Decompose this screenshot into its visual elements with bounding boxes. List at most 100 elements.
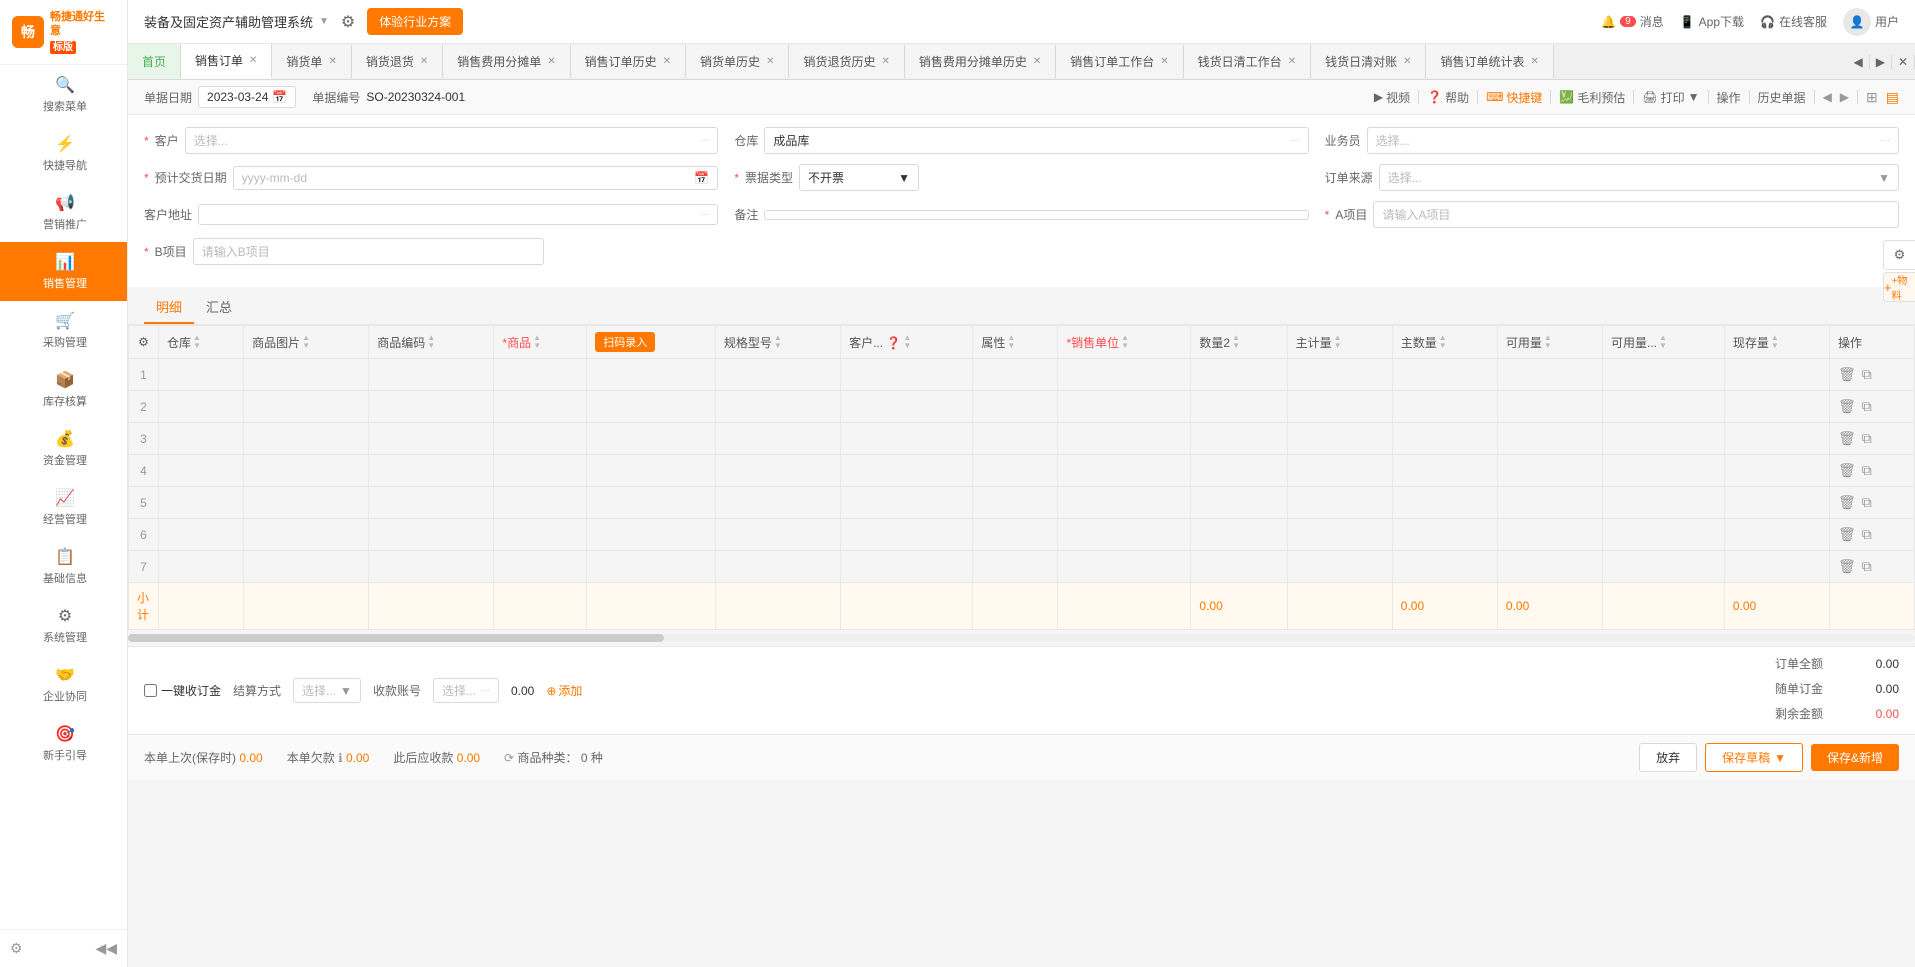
rfp-add-material-btn[interactable]: + +物料 xyxy=(1883,272,1915,302)
th-settings[interactable]: ⚙ xyxy=(129,326,159,359)
user-item[interactable]: 👤 用户 xyxy=(1843,8,1899,36)
copy-row-icon[interactable]: ⧉ xyxy=(1862,558,1872,575)
sidebar-item-search[interactable]: 🔍 搜索菜单 xyxy=(0,65,127,124)
copy-row-icon[interactable]: ⧉ xyxy=(1862,526,1872,543)
th-warehouse[interactable]: 仓库▲▼ xyxy=(159,326,244,359)
app-download-item[interactable]: 📱 App下载 xyxy=(1680,13,1744,30)
sidebar-item-inventory[interactable]: 📦 库存核算 xyxy=(0,360,127,419)
print-btn[interactable]: 🖨 打印 ▼ xyxy=(1642,89,1699,106)
view-btn[interactable]: ▶ 视频 xyxy=(1374,89,1410,106)
tab-close-icon[interactable]: ✕ xyxy=(249,55,257,66)
tab-return-history[interactable]: 销货退货历史 ✕ xyxy=(789,45,904,78)
order-source-input[interactable]: 选择... ▼ xyxy=(1379,164,1899,191)
shortcut-btn[interactable]: ⌨ 快捷键 xyxy=(1486,89,1542,106)
tab-next-btn[interactable]: ▶ xyxy=(1870,55,1892,69)
operation-btn[interactable]: 操作 xyxy=(1717,89,1741,106)
th-image[interactable]: 商品图片▲▼ xyxy=(244,326,369,359)
tab-close-icon[interactable]: ✕ xyxy=(1403,56,1411,67)
one-click-payment-checkbox[interactable]: 一键收订金 xyxy=(144,682,221,699)
one-click-checkbox[interactable] xyxy=(144,684,157,697)
header-settings-icon[interactable]: ⚙ xyxy=(341,12,355,32)
delivery-date-input[interactable]: yyyy-mm-dd 📅 xyxy=(233,166,719,190)
notification-item[interactable]: 🔔 9 消息 xyxy=(1601,13,1664,30)
history-btn[interactable]: 历史单据 xyxy=(1758,89,1806,106)
delete-row-icon[interactable]: 🗑 xyxy=(1838,366,1856,383)
th-main-unit[interactable]: 主计量▲▼ xyxy=(1287,326,1392,359)
save-draft-btn[interactable]: 保存草稿 ▼ xyxy=(1705,743,1803,772)
th-main-qty[interactable]: 主数量▲▼ xyxy=(1392,326,1497,359)
discard-btn[interactable]: 放弃 xyxy=(1639,743,1697,772)
copy-row-icon[interactable]: ⧉ xyxy=(1862,430,1872,447)
tab-close-icon[interactable]: ✕ xyxy=(547,56,555,67)
nav-next-icon[interactable]: ▶ xyxy=(1840,90,1849,104)
nav-prev-icon[interactable]: ◀ xyxy=(1823,90,1832,104)
tab-close-icon[interactable]: ✕ xyxy=(328,56,336,67)
th-customer-code[interactable]: 客户... ❓▲▼ xyxy=(841,326,973,359)
th-current[interactable]: 现存量▲▼ xyxy=(1724,326,1829,359)
delete-row-icon[interactable]: 🗑 xyxy=(1838,462,1856,479)
settings-footer-icon[interactable]: ⚙ xyxy=(10,940,23,957)
tab-home[interactable]: 首页 xyxy=(128,45,181,78)
tab-sales-order[interactable]: 销售订单 ✕ xyxy=(181,44,272,79)
collapse-icon[interactable]: ◀◀ xyxy=(95,940,117,957)
sidebar-item-enterprise[interactable]: 🤝 企业协同 xyxy=(0,655,127,714)
tab-expand-btn[interactable]: ✕ xyxy=(1892,55,1915,69)
profit-btn[interactable]: 💹 毛利预估 xyxy=(1559,89,1625,106)
tab-order-workbench[interactable]: 销售订单工作台 ✕ xyxy=(1056,45,1183,78)
sidebar-item-guide[interactable]: 🎯 新手引导 xyxy=(0,714,127,773)
tab-invoice-history[interactable]: 销货单历史 ✕ xyxy=(686,45,789,78)
salesperson-input[interactable]: 选择... ··· xyxy=(1367,127,1899,154)
th-qty2[interactable]: 数量2▲▼ xyxy=(1191,326,1287,359)
a-project-input[interactable]: 请输入A项目 xyxy=(1373,201,1899,228)
tab-close-icon[interactable]: ✕ xyxy=(881,56,889,67)
tab-close-icon[interactable]: ✕ xyxy=(1033,56,1041,67)
sidebar-item-basicinfo[interactable]: 📋 基础信息 xyxy=(0,537,127,596)
tab-sales-history[interactable]: 销售订单历史 ✕ xyxy=(571,45,686,78)
address-input[interactable]: ··· xyxy=(198,204,718,225)
tab-order-stats[interactable]: 销售订单统计表 ✕ xyxy=(1426,45,1553,78)
tab-daily-workbench[interactable]: 钱货日清工作台 ✕ xyxy=(1184,45,1311,78)
b-project-input[interactable]: 请输入B项目 xyxy=(193,238,544,265)
th-scan[interactable]: 扫码录入 xyxy=(587,326,716,359)
grid-view-icon[interactable]: ⊞ xyxy=(1866,89,1878,106)
copy-row-icon[interactable]: ⧉ xyxy=(1862,398,1872,415)
rfp-settings-btn[interactable]: ⚙ xyxy=(1883,240,1915,270)
customer-input[interactable]: 选择... ··· xyxy=(185,127,719,154)
tab-sales-fee[interactable]: 销售费用分摊单 ✕ xyxy=(443,45,570,78)
sidebar-item-system[interactable]: ⚙ 系统管理 xyxy=(0,596,127,655)
save-new-btn[interactable]: 保存&新增 xyxy=(1811,744,1899,771)
tab-summary[interactable]: 汇总 xyxy=(194,291,244,324)
delete-row-icon[interactable]: 🗑 xyxy=(1838,494,1856,511)
th-available2[interactable]: 可用量...▲▼ xyxy=(1603,326,1725,359)
add-payment-btn[interactable]: ⊕ 添加 xyxy=(546,682,582,699)
th-spec[interactable]: 规格型号▲▼ xyxy=(715,326,840,359)
account-select[interactable]: 选择... ··· xyxy=(433,678,499,703)
copy-row-icon[interactable]: ⧉ xyxy=(1862,494,1872,511)
sidebar-item-marketing[interactable]: 📢 营销推广 xyxy=(0,183,127,242)
warehouse-input[interactable]: 成品库 ··· xyxy=(764,127,1308,154)
sidebar-item-quicknav[interactable]: ⚡ 快捷导航 xyxy=(0,124,127,183)
sidebar-item-finance[interactable]: 💰 资金管理 xyxy=(0,419,127,478)
help-btn[interactable]: ❓ 帮助 xyxy=(1427,89,1469,106)
tab-close-icon[interactable]: ✕ xyxy=(1531,56,1539,67)
invoice-type-select[interactable]: 不开票 ▼ xyxy=(799,164,919,191)
industry-btn[interactable]: 体验行业方案 xyxy=(367,8,463,35)
delete-row-icon[interactable]: 🗑 xyxy=(1838,398,1856,415)
list-view-icon[interactable]: ▤ xyxy=(1886,89,1899,106)
sidebar-item-sales[interactable]: 📊 销售管理 xyxy=(0,242,127,301)
delete-row-icon[interactable]: 🗑 xyxy=(1838,430,1856,447)
scan-btn[interactable]: 扫码录入 xyxy=(595,332,655,352)
th-attr[interactable]: 属性▲▼ xyxy=(973,326,1058,359)
tab-close-icon[interactable]: ✕ xyxy=(420,56,428,67)
tab-close-icon[interactable]: ✕ xyxy=(663,56,671,67)
date-input[interactable]: 2023-03-24 📅 xyxy=(198,86,296,108)
tab-fee-history[interactable]: 销售费用分摊单历史 ✕ xyxy=(905,45,1056,78)
th-available[interactable]: 可用量▲▼ xyxy=(1497,326,1602,359)
copy-row-icon[interactable]: ⧉ xyxy=(1862,366,1872,383)
online-service-item[interactable]: 🎧 在线客服 xyxy=(1760,13,1827,30)
tab-prev-btn[interactable]: ◀ xyxy=(1847,55,1869,69)
th-product[interactable]: *商品▲▼ xyxy=(494,326,587,359)
tab-close-icon[interactable]: ✕ xyxy=(1160,56,1168,67)
table-scrollbar[interactable] xyxy=(128,634,1915,642)
tab-daily-reconcile[interactable]: 钱货日清对账 ✕ xyxy=(1311,45,1426,78)
